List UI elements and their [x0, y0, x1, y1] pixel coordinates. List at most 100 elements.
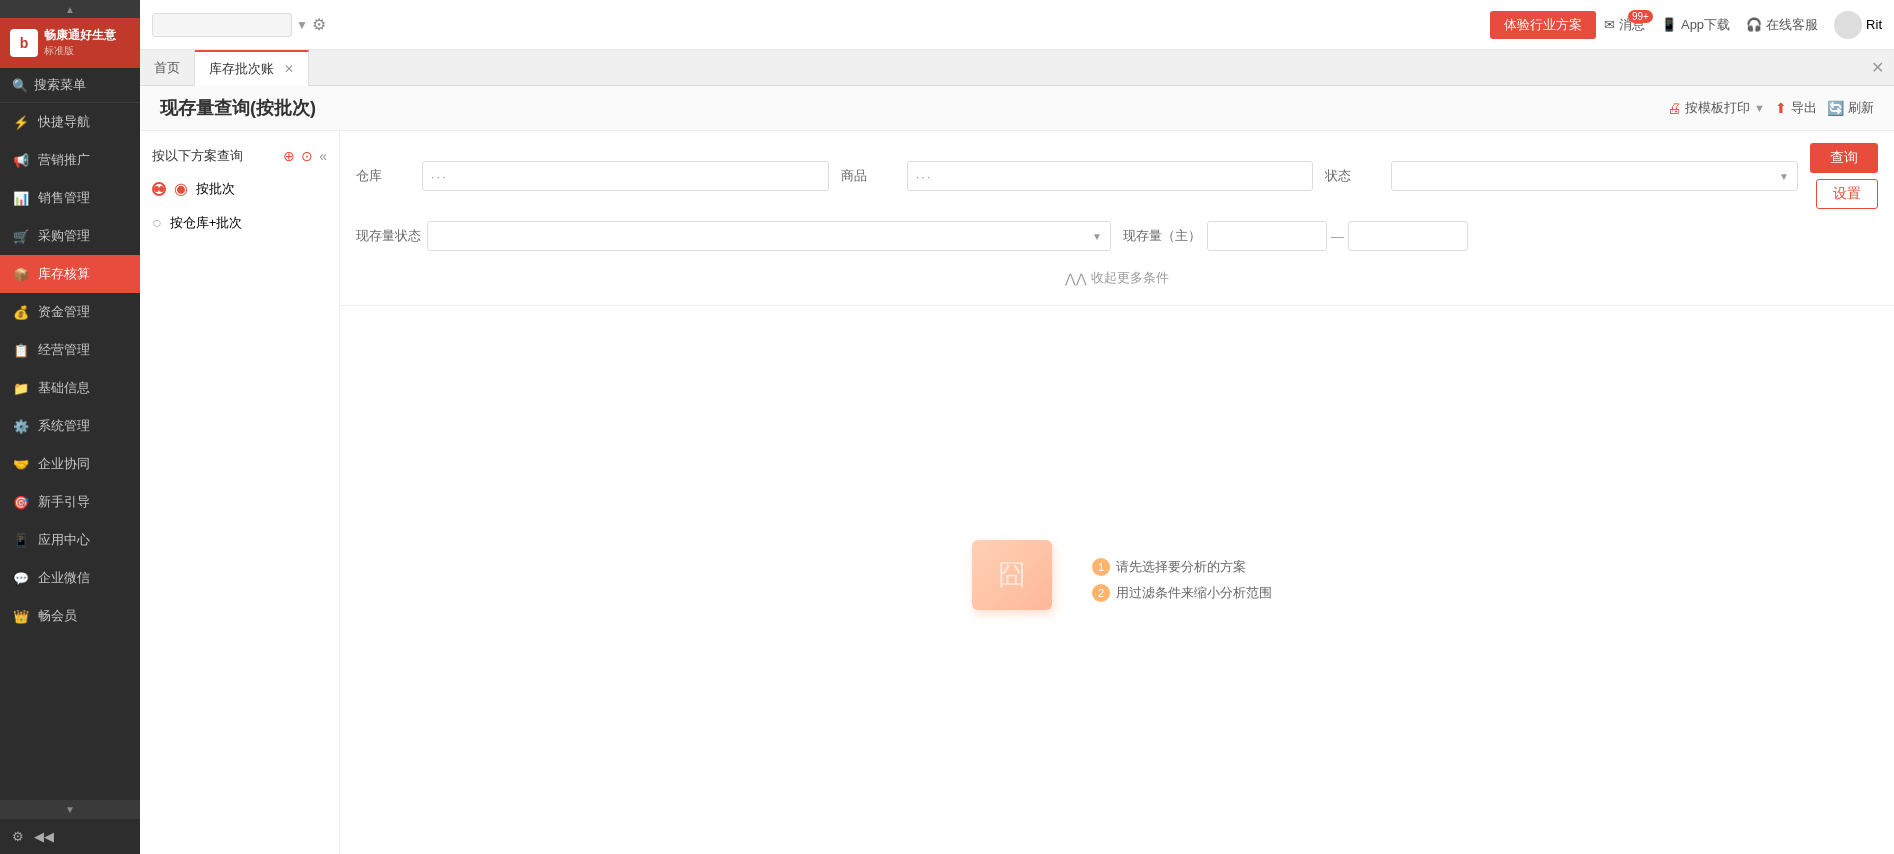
export-btn[interactable]: ⬆ 导出: [1775, 99, 1817, 117]
page-header-actions: 🖨 按模板打印 ▼ ⬆ 导出 🔄 刷新: [1667, 99, 1874, 117]
filter-option-by-warehouse-batch[interactable]: ○ 按仓库+批次: [140, 206, 339, 240]
sidebar-item-purchase[interactable]: 🛒 采购管理: [0, 217, 140, 255]
product-field: 商品 ···: [841, 161, 1314, 191]
collapse-sidebar-icon[interactable]: ◀◀: [34, 829, 54, 844]
sidebar-item-quick-nav[interactable]: ⚡ 快捷导航: [0, 103, 140, 141]
tab-inventory-batch[interactable]: 库存批次账 ✕: [195, 50, 309, 86]
sidebar: ▲ b 畅康通好生意 标准版 🔍 搜索菜单 ⚡ 快捷导航 📢 营销推广 📊 销售…: [0, 0, 140, 854]
sidebar-item-system[interactable]: ⚙️ 系统管理: [0, 407, 140, 445]
status-select[interactable]: ▼: [1391, 161, 1798, 191]
sidebar-brand: 畅康通好生意 标准版: [44, 28, 116, 58]
filter-row-1: 仓库 ··· 商品 ··· 状态: [356, 143, 1878, 209]
user-menu[interactable]: Rit: [1834, 11, 1882, 39]
member-label: 畅会员: [38, 607, 77, 625]
page-title: 现存量查询(按批次): [160, 96, 316, 120]
filter-settings-icon[interactable]: ⊙: [301, 148, 313, 164]
refresh-btn[interactable]: 🔄 刷新: [1827, 99, 1874, 117]
newbie-icon: 🎯: [12, 493, 30, 511]
export-icon: ⬆: [1775, 100, 1787, 116]
sidebar-item-newbie[interactable]: 🎯 新手引导: [0, 483, 140, 521]
dropdown-icon[interactable]: ▼: [296, 18, 308, 32]
filter-row-2: 现存量状态 ▼ 现存量（主） —: [356, 221, 1878, 251]
export-btn-label: 导出: [1791, 99, 1817, 117]
stock-status-select[interactable]: ▼: [427, 221, 1111, 251]
app-download-btn[interactable]: 📱 App下载: [1661, 16, 1730, 34]
page-header: 现存量查询(按批次) 🖨 按模板打印 ▼ ⬆ 导出 🔄 刷新: [140, 86, 1894, 131]
empty-hints: 1 请先选择要分析的方案 2 用过滤条件来缩小分析范围: [1092, 558, 1272, 602]
online-service-btn[interactable]: 🎧 在线客服: [1746, 16, 1818, 34]
product-input[interactable]: ···: [907, 161, 1314, 191]
add-filter-icon[interactable]: ⊕: [283, 148, 295, 164]
marketing-icon: 📢: [12, 151, 30, 169]
sidebar-item-enterprise[interactable]: 🤝 企业协同: [0, 445, 140, 483]
online-service-label: 在线客服: [1766, 16, 1818, 34]
hint-1-num: 1: [1092, 558, 1110, 576]
stock-status-arrow-icon: ▼: [1092, 231, 1102, 242]
filter-radio-by-batch: [152, 182, 166, 196]
empty-state-content: 1 请先选择要分析的方案 2 用过滤条件来缩小分析范围: [962, 530, 1272, 630]
print-btn[interactable]: 🖨 按模板打印 ▼: [1667, 99, 1765, 117]
collapse-more-label: 收起更多条件: [1091, 269, 1169, 287]
weixin-label: 企业微信: [38, 569, 90, 587]
collapse-up-icon: ⋀⋀: [1065, 271, 1087, 286]
filter-by-batch-label: 按批次: [196, 180, 235, 198]
sales-label: 销售管理: [38, 189, 90, 207]
collapse-more-btn[interactable]: ⋀⋀ 收起更多条件: [356, 263, 1878, 293]
empty-state: 1 请先选择要分析的方案 2 用过滤条件来缩小分析范围: [340, 306, 1894, 854]
print-dropdown-icon[interactable]: ▼: [1754, 102, 1765, 114]
filter-sidebar-title: 按以下方案查询: [152, 147, 243, 165]
sidebar-header: b 畅康通好生意 标准版: [0, 18, 140, 68]
sidebar-item-finance[interactable]: 💰 资金管理: [0, 293, 140, 331]
stock-qty-to-input[interactable]: [1348, 221, 1468, 251]
filter-panel: 按以下方案查询 ⊕ ⊙ « ◉ 按批次 ○: [140, 131, 1894, 854]
status-arrow-icon: ▼: [1779, 171, 1789, 182]
sidebar-item-member[interactable]: 👑 畅会员: [0, 597, 140, 635]
search-menu-item[interactable]: 🔍 搜索菜单: [0, 68, 140, 103]
filter-option-by-batch[interactable]: ◉ 按批次: [140, 171, 339, 206]
messages-badge: 99+: [1628, 10, 1653, 23]
sidebar-scroll-up[interactable]: ▲: [0, 0, 140, 18]
tab-close-icon[interactable]: ✕: [284, 62, 294, 76]
user-avatar: [1834, 11, 1862, 39]
newbie-label: 新手引导: [38, 493, 90, 511]
main-panel: 仓库 ··· 商品 ··· 状态: [340, 131, 1894, 854]
topbar: ▼ ⚙ 体验行业方案 ✉ 消息 99+ 📱 App下载 🎧 在线客服 Rit: [140, 0, 1894, 50]
filter-collapse-btn[interactable]: «: [319, 148, 327, 164]
app-center-icon: 📱: [12, 531, 30, 549]
tab-panel-close-btn[interactable]: ✕: [1861, 58, 1894, 77]
trial-industry-btn[interactable]: 体验行业方案: [1490, 11, 1596, 39]
warehouse-input[interactable]: ···: [422, 161, 829, 191]
weixin-icon: 💬: [12, 569, 30, 587]
topbar-search-input[interactable]: [152, 13, 292, 37]
stock-qty-from-input[interactable]: [1207, 221, 1327, 251]
company-name: 畅康通好生意: [44, 28, 116, 44]
sidebar-item-app-center[interactable]: 📱 应用中心: [0, 521, 140, 559]
topbar-right: ✉ 消息 99+ 📱 App下载 🎧 在线客服 Rit: [1604, 11, 1882, 39]
messages-btn[interactable]: ✉ 消息 99+: [1604, 16, 1645, 34]
topbar-search-area: ▼ ⚙: [152, 13, 1482, 37]
topbar-settings-icon[interactable]: ⚙: [312, 15, 326, 34]
inventory-icon: 📦: [12, 265, 30, 283]
status-field: 状态 ▼: [1325, 161, 1798, 191]
operations-icon: 📋: [12, 341, 30, 359]
sidebar-item-marketing[interactable]: 📢 营销推广: [0, 141, 140, 179]
settings-footer-icon[interactable]: ⚙: [12, 829, 24, 844]
sidebar-item-operations[interactable]: 📋 经营管理: [0, 331, 140, 369]
refresh-icon: 🔄: [1827, 100, 1844, 116]
sidebar-scroll-down[interactable]: ▼: [0, 800, 140, 818]
tab-home[interactable]: 首页: [140, 50, 195, 86]
sidebar-footer: ⚙ ◀◀: [0, 818, 140, 854]
sidebar-item-basic[interactable]: 📁 基础信息: [0, 369, 140, 407]
quick-nav-icon: ⚡: [12, 113, 30, 131]
print-icon: 🖨: [1667, 100, 1681, 116]
edition-label: 标准版: [44, 44, 116, 58]
filter-settings-btn[interactable]: 设置: [1816, 179, 1878, 209]
stock-qty-field: 现存量（主） —: [1123, 221, 1878, 251]
finance-label: 资金管理: [38, 303, 90, 321]
filter-by-warehouse-batch-icon: ○: [152, 214, 162, 232]
sales-icon: 📊: [12, 189, 30, 207]
sidebar-item-sales[interactable]: 📊 销售管理: [0, 179, 140, 217]
sidebar-item-weixin[interactable]: 💬 企业微信: [0, 559, 140, 597]
query-btn[interactable]: 查询: [1810, 143, 1878, 173]
sidebar-item-inventory[interactable]: 📦 库存核算: [0, 255, 140, 293]
